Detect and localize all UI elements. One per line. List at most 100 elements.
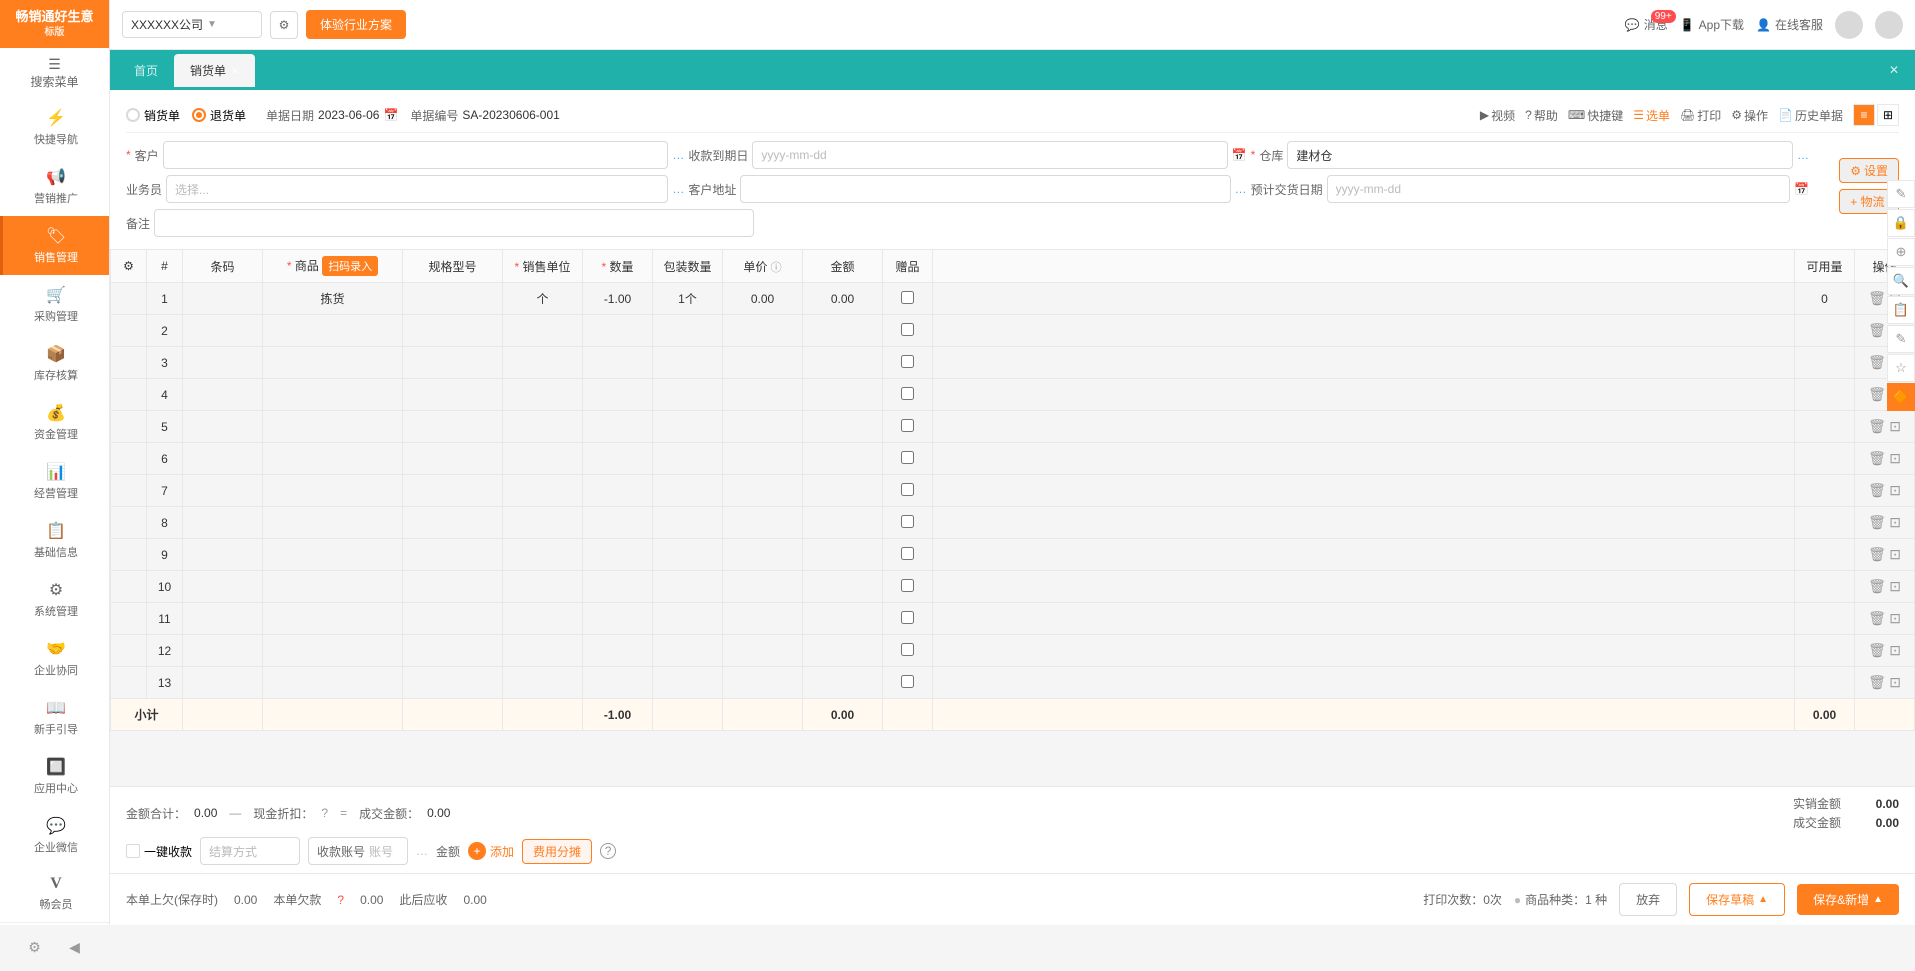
cell-spec-9[interactable] [403,571,503,603]
cell-qty-3[interactable] [583,379,653,411]
add-payment-btn[interactable]: + 添加 [468,842,514,860]
cell-barcode-12[interactable] [183,667,263,699]
close-window-btn[interactable]: ✕ [1881,63,1907,77]
cell-qty-1[interactable] [583,315,653,347]
expected-date-input[interactable]: yyyy-mm-dd [1327,175,1790,203]
user-avatar2[interactable] [1875,11,1903,39]
delete-row-btn-7[interactable]: 🗑 [1868,514,1886,531]
customer-address-input[interactable] [740,175,1230,203]
print-btn[interactable]: 🖨 打印 [1680,107,1721,124]
cell-gift-12[interactable] [883,667,933,699]
copy-row-btn-4[interactable]: ⊡ [1889,418,1901,435]
cell-price-11[interactable] [723,635,803,667]
sidebar-item-inventory[interactable]: 📦 库存核算 [0,334,109,393]
cell-remark-5[interactable] [933,443,1795,475]
sidebar-item-marketing[interactable]: 📢 营销推广 [0,157,109,216]
cell-gift-11[interactable] [883,635,933,667]
cell-spec-8[interactable] [403,539,503,571]
cell-product-0[interactable]: 拣货 [263,283,403,315]
delete-row-btn-3[interactable]: 🗑 [1868,386,1886,403]
tab-sales-order[interactable]: 销货单 × [174,54,255,87]
sidebar-item-sales-mgmt[interactable]: 🏷 销售管理 [0,216,109,275]
date-picker-icon[interactable]: 📅 [383,108,398,122]
remarks-input[interactable] [154,209,754,237]
cell-price-10[interactable] [723,603,803,635]
list-view-btn[interactable]: ≡ [1853,104,1875,126]
cell-gift-2[interactable] [883,347,933,379]
delete-row-btn-4[interactable]: 🗑 [1868,418,1886,435]
float-btn-1[interactable]: ✎ [1887,180,1915,208]
sidebar-collapse-btn[interactable]: ◀ [59,931,91,963]
cell-price-0[interactable]: 0.00 [723,283,803,315]
radio-return-order[interactable]: 退货单 [192,107,246,124]
delete-row-btn-2[interactable]: 🗑 [1868,354,1886,371]
video-btn[interactable]: ▶ 视频 [1480,107,1515,124]
tab-home[interactable]: 首页 [118,54,174,87]
cell-qty-12[interactable] [583,667,653,699]
cell-barcode-6[interactable] [183,475,263,507]
customer-address-more-btn[interactable]: … [1235,182,1247,196]
cell-remark-6[interactable] [933,475,1795,507]
cell-spec-2[interactable] [403,347,503,379]
sidebar-item-quick-nav[interactable]: ⚡ 快捷导航 [0,98,109,157]
cell-price-12[interactable] [723,667,803,699]
float-btn-6[interactable]: ✎ [1887,325,1915,353]
delete-row-btn-1[interactable]: 🗑 [1868,322,1886,339]
cell-barcode-4[interactable] [183,411,263,443]
cell-remark-8[interactable] [933,539,1795,571]
tab-close-btn[interactable]: × [232,64,239,78]
float-btn-4[interactable]: 🔍 [1887,267,1915,295]
grid-view-btn[interactable]: ⊞ [1877,104,1899,126]
cell-qty-0[interactable]: -1.00 [583,283,653,315]
cell-barcode-2[interactable] [183,347,263,379]
cell-price-3[interactable] [723,379,803,411]
cell-gift-10[interactable] [883,603,933,635]
cell-gift-0[interactable] [883,283,933,315]
salesperson-input[interactable]: 选择... [166,175,668,203]
cell-qty-5[interactable] [583,443,653,475]
cell-remark-7[interactable] [933,507,1795,539]
cell-spec-0[interactable] [403,283,503,315]
one-click-payment-checkbox[interactable] [126,844,140,858]
cell-qty-4[interactable] [583,411,653,443]
cell-barcode-1[interactable] [183,315,263,347]
delete-row-btn-5[interactable]: 🗑 [1868,450,1886,467]
copy-row-btn-8[interactable]: ⊡ [1889,546,1901,563]
select-btn[interactable]: ☰ 选单 [1633,107,1670,124]
cell-remark-2[interactable] [933,347,1795,379]
delete-row-btn-6[interactable]: 🗑 [1868,482,1886,499]
float-btn-2[interactable]: 🔒 [1887,209,1915,237]
due-date-calendar-icon[interactable]: 📅 [1232,148,1247,162]
cell-spec-4[interactable] [403,411,503,443]
copy-row-btn-10[interactable]: ⊡ [1889,610,1901,627]
float-btn-3[interactable]: ⊕ [1887,238,1915,266]
warehouse-more-btn[interactable]: … [1797,148,1809,162]
warehouse-input[interactable]: 建材仓 [1287,141,1793,169]
sidebar-item-system-mgmt[interactable]: ⚙ 系统管理 [0,570,109,629]
delete-row-btn-9[interactable]: 🗑 [1868,578,1886,595]
cell-qty-6[interactable] [583,475,653,507]
cell-spec-11[interactable] [403,635,503,667]
cell-price-9[interactable] [723,571,803,603]
cell-price-5[interactable] [723,443,803,475]
cell-price-6[interactable] [723,475,803,507]
cell-price-4[interactable] [723,411,803,443]
cell-product-2[interactable] [263,347,403,379]
copy-row-btn-11[interactable]: ⊡ [1889,642,1901,659]
expense-help-icon[interactable]: ? [600,843,616,859]
cell-remark-12[interactable] [933,667,1795,699]
cell-gift-9[interactable] [883,571,933,603]
float-btn-5[interactable]: 📋 [1887,296,1915,324]
company-selector[interactable]: XXXXXX公司 ▼ [122,11,262,38]
cell-product-4[interactable] [263,411,403,443]
user-avatar[interactable] [1835,11,1863,39]
cell-product-1[interactable] [263,315,403,347]
table-scroll[interactable]: ⚙ # 条码 * 商品 扫码录入 规格型号 [110,249,1915,786]
cell-barcode-5[interactable] [183,443,263,475]
copy-row-btn-5[interactable]: ⊡ [1889,450,1901,467]
message-icon-btn[interactable]: 💬 消息 99+ [1625,16,1668,33]
cell-spec-3[interactable] [403,379,503,411]
sidebar-item-member[interactable]: V 畅会员 [0,865,109,922]
cell-product-10[interactable] [263,603,403,635]
copy-row-btn-12[interactable]: ⊡ [1889,674,1901,691]
